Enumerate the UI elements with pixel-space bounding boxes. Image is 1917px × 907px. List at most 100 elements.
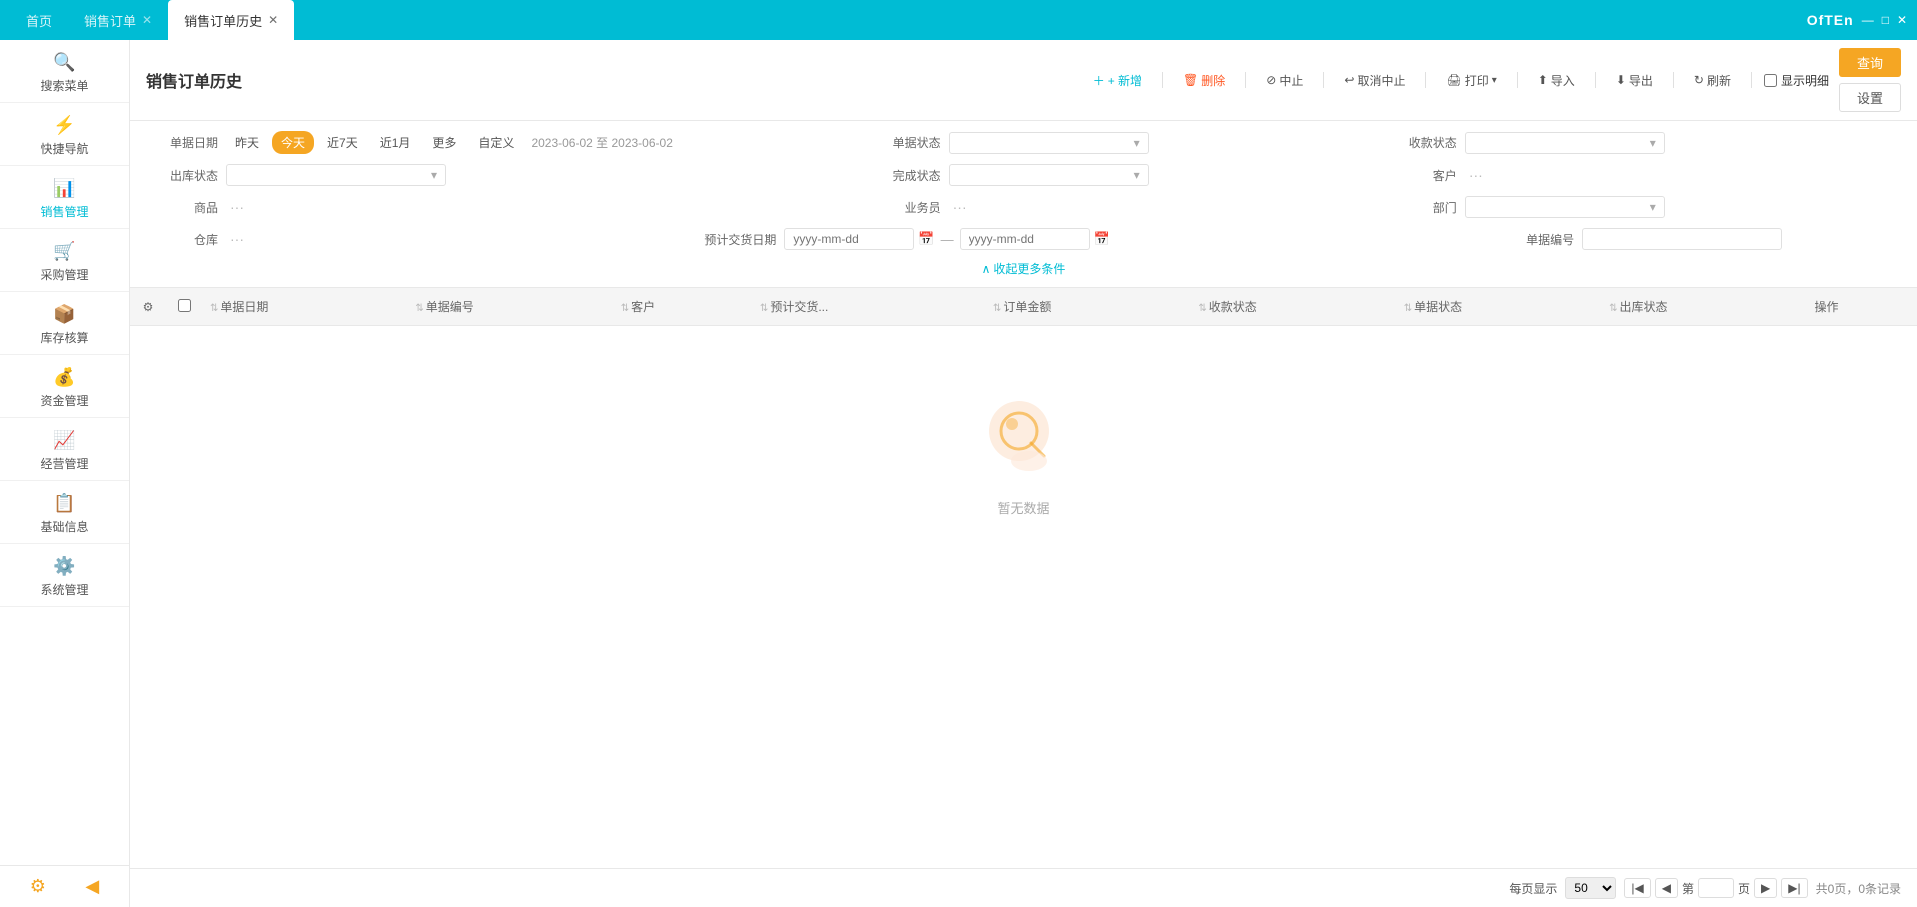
table-header-expected[interactable]: ⇅预计交货... [752,288,985,326]
tab-sales-order[interactable]: 销售订单 ✕ [68,0,168,40]
content-area: 销售订单历史 ＋ + 新增 🗑 删除 ⊘ 中止 ↩ [130,40,1917,907]
complete-chevron-icon: ▾ [1134,168,1140,182]
display-detail-checkbox[interactable]: 显示明细 [1764,72,1829,89]
sidebar-footer-collapse[interactable]: ◀ [85,876,99,897]
maximize-btn[interactable]: □ [1882,13,1889,27]
print-button[interactable]: 🖨 打印 ▾ [1438,68,1504,93]
status-control: ▾ [949,132,1385,154]
query-button[interactable]: 查询 [1839,48,1901,77]
table-header-out-status[interactable]: ⇅出库状态 [1601,288,1806,326]
page-input[interactable]: 1 [1698,878,1734,898]
page-prev-btn[interactable]: ◀ [1655,878,1678,898]
operations-icon: 📈 [53,430,75,451]
expected-date-to[interactable] [960,228,1090,250]
sidebar-item-operations[interactable]: 📈 经营管理 [0,418,129,481]
doc-sort-icon: ⇅ [1404,303,1412,314]
tab-sales-history-label: 销售订单历史 [184,11,262,30]
date-label: 单据日期 [146,134,226,151]
product-label: 商品 [146,199,226,216]
delete-button[interactable]: 🗑 删除 [1175,68,1233,93]
display-detail-label: 显示明细 [1781,72,1829,89]
sidebar-item-purchase[interactable]: 🛒 采购管理 [0,229,129,292]
complete-control: ▾ [949,164,1385,186]
date-control: 昨天 今天 近7天 近1月 更多 自定义 2023-06-02 至 2023-0… [226,131,869,154]
calendar-from-icon[interactable]: 📅 [918,231,934,247]
sidebar-item-inventory-label: 库存核算 [40,329,88,346]
sidebar-item-quick-nav[interactable]: ⚡ 快捷导航 [0,103,129,166]
number-sort-icon: ⇅ [415,303,423,314]
warehouse-dots[interactable]: ··· [230,231,244,247]
sidebar-item-system-label: 系统管理 [40,581,88,598]
salesperson-dots[interactable]: ··· [953,199,967,215]
setting-button[interactable]: 设置 [1839,83,1901,112]
customer-label: 客户 [1385,167,1465,184]
tab-sales-history-close[interactable]: ✕ [268,13,278,27]
sidebar-item-inventory[interactable]: 📦 库存核算 [0,292,129,355]
sidebar-item-system[interactable]: ⚙️ 系统管理 [0,544,129,607]
filter-segment-status: 单据状态 ▾ [869,132,1385,154]
date-tab-7days[interactable]: 近7天 [318,131,367,154]
minimize-btn[interactable]: — [1862,13,1874,27]
tab-sales-order-close[interactable]: ✕ [142,13,152,27]
finance-icon: 💰 [53,367,75,388]
receipt-select[interactable]: ▾ [1465,132,1665,154]
page-label: 第 [1682,880,1694,897]
page-next-btn[interactable]: ▶ [1754,878,1777,898]
sidebar-item-basic-info[interactable]: 📋 基础信息 [0,481,129,544]
date-tab-more[interactable]: 更多 [423,131,465,154]
date-tab-today[interactable]: 今天 [272,131,314,154]
export-button[interactable]: ⬇ 导出 [1608,68,1661,93]
outstock-chevron-icon: ▾ [431,168,437,182]
tab-home[interactable]: 首页 [10,0,68,40]
table-header-customer[interactable]: ⇅客户 [613,288,752,326]
stop-button[interactable]: ⊘ 中止 [1258,68,1311,93]
table-header-receipt-status[interactable]: ⇅收款状态 [1190,288,1395,326]
expected-date-from[interactable] [784,228,914,250]
outstock-select[interactable]: ▾ [226,164,446,186]
collapse-button[interactable]: ∧ 收起更多条件 [146,260,1901,277]
import-label: 导入 [1551,72,1575,89]
collapse-area: ∧ 收起更多条件 [146,260,1901,277]
tab-sales-history[interactable]: 销售订单历史 ✕ [168,0,294,40]
sidebar-item-sales[interactable]: 📊 销售管理 [0,166,129,229]
status-select[interactable]: ▾ [949,132,1149,154]
filter-segment-expected-date: 预计交货日期 📅 — 📅 [704,228,1502,250]
select-all-checkbox[interactable] [178,299,191,312]
page-last-btn[interactable]: ▶| [1781,878,1807,898]
table-header-checkbox[interactable] [166,288,202,326]
table-header-doc-status[interactable]: ⇅单据状态 [1396,288,1601,326]
sidebar-item-finance[interactable]: 💰 资金管理 [0,355,129,418]
filter-row-2: 出库状态 ▾ 完成状态 ▾ [146,164,1901,186]
export-label: 导出 [1629,72,1653,89]
page-size-select[interactable]: 50 10 20 100 [1565,877,1616,899]
receipt-control: ▾ [1465,132,1901,154]
doc-number-input[interactable] [1582,228,1782,250]
sidebar-item-search[interactable]: 🔍 搜索菜单 [0,40,129,103]
display-detail-input[interactable] [1764,74,1777,87]
filter-area: 单据日期 昨天 今天 近7天 近1月 更多 自定义 2023-06-02 至 2… [130,121,1917,288]
refresh-button[interactable]: ↻ 刷新 [1686,68,1739,93]
calendar-to-icon[interactable]: 📅 [1094,231,1110,247]
sidebar-footer-settings[interactable]: ⚙ [30,876,46,897]
table-header-number[interactable]: ⇅单据编号 [407,288,612,326]
close-btn[interactable]: ✕ [1897,13,1907,27]
product-control: ··· [226,199,869,215]
table-header-amount[interactable]: ⇅订单金额 [985,288,1190,326]
filter-segment-warehouse: 仓库 ··· [146,231,704,248]
product-dots[interactable]: ··· [230,199,244,215]
empty-icon [974,386,1074,486]
date-tab-custom[interactable]: 自定义 [469,131,523,154]
add-button[interactable]: ＋ + 新增 [1085,68,1150,93]
import-button[interactable]: ⬆ 导入 [1530,68,1583,93]
date-tab-yesterday[interactable]: 昨天 [226,131,268,154]
page-first-btn[interactable]: |◀ [1624,878,1650,898]
date-tab-1month[interactable]: 近1月 [371,131,420,154]
purchase-icon: 🛒 [53,241,75,262]
department-select[interactable]: ▾ [1465,196,1665,218]
outstock-control: ▾ [226,164,869,186]
table-header-gear[interactable]: ⚙ [130,288,166,326]
customer-dots[interactable]: ··· [1469,167,1483,183]
complete-select[interactable]: ▾ [949,164,1149,186]
cancel-stop-button[interactable]: ↩ 取消中止 [1336,68,1413,93]
table-header-date[interactable]: ⇅单据日期 [202,288,407,326]
